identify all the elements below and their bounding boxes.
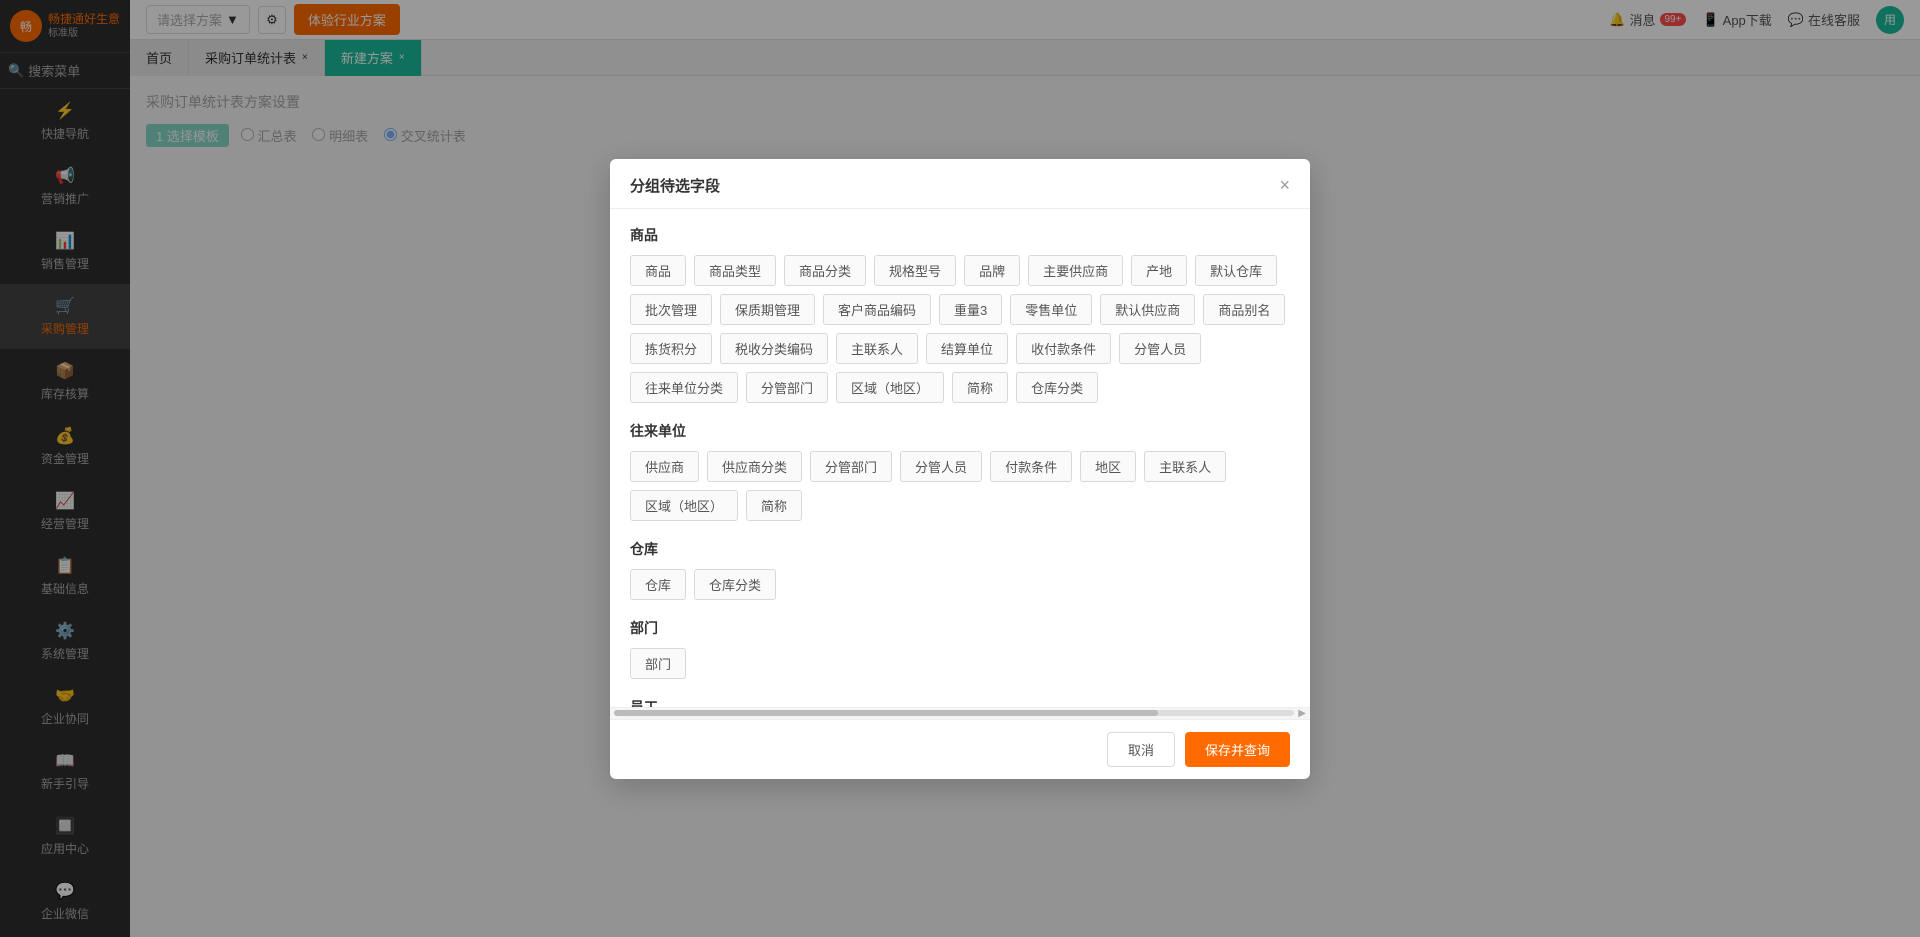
modal-title: 分组待选字段 bbox=[630, 175, 720, 196]
section-dept-title: 部门 bbox=[630, 618, 1290, 638]
field-main-contact-2[interactable]: 主联系人 bbox=[1144, 451, 1226, 482]
field-weight[interactable]: 重量3 bbox=[939, 294, 1002, 325]
field-district[interactable]: 地区 bbox=[1080, 451, 1136, 482]
section-goods-title: 商品 bbox=[630, 225, 1290, 245]
goods-fields: 商品 商品类型 商品分类 规格型号 品牌 主要供应商 产地 默认仓库 批次管理 … bbox=[630, 255, 1290, 403]
counterpart-fields: 供应商 供应商分类 分管部门 分管人员 付款条件 地区 主联系人 区域（地区） … bbox=[630, 451, 1290, 521]
field-origin[interactable]: 产地 bbox=[1131, 255, 1187, 286]
field-brand[interactable]: 品牌 bbox=[964, 255, 1020, 286]
scroll-right-arrow[interactable]: ▶ bbox=[1298, 708, 1306, 719]
field-warehouse[interactable]: 仓库 bbox=[630, 569, 686, 600]
field-supervisor[interactable]: 分管人员 bbox=[1119, 333, 1201, 364]
field-spec-model[interactable]: 规格型号 bbox=[874, 255, 956, 286]
warehouse-fields: 仓库 仓库分类 bbox=[630, 569, 1290, 600]
field-goods-type[interactable]: 商品类型 bbox=[694, 255, 776, 286]
field-pick-points[interactable]: 拣货积分 bbox=[630, 333, 712, 364]
field-main-contact[interactable]: 主联系人 bbox=[836, 333, 918, 364]
field-main-supplier[interactable]: 主要供应商 bbox=[1028, 255, 1123, 286]
section-employee: 员工 业务员 bbox=[630, 697, 1290, 707]
modal-header: 分组待选字段 × bbox=[610, 159, 1310, 209]
field-dept-mgmt[interactable]: 分管部门 bbox=[746, 372, 828, 403]
field-selection-modal: 分组待选字段 × 商品 商品 商品类型 商品分类 规格型号 品牌 主要供应商 bbox=[610, 159, 1310, 779]
field-tax-code[interactable]: 税收分类编码 bbox=[720, 333, 828, 364]
section-employee-title: 员工 bbox=[630, 697, 1290, 707]
main-content: 请选择方案 ▼ ⚙ 体验行业方案 🔔 消息 99+ 📱 App下载 bbox=[130, 0, 1920, 937]
field-counterpart-category[interactable]: 往来单位分类 bbox=[630, 372, 738, 403]
modal-overlay: 分组待选字段 × 商品 商品 商品类型 商品分类 规格型号 品牌 主要供应商 bbox=[0, 0, 1920, 937]
cancel-button[interactable]: 取消 bbox=[1107, 732, 1175, 767]
field-region-2[interactable]: 区域（地区） bbox=[630, 490, 738, 521]
section-warehouse: 仓库 仓库 仓库分类 bbox=[630, 539, 1290, 600]
field-payment-terms-2[interactable]: 付款条件 bbox=[990, 451, 1072, 482]
save-query-button[interactable]: 保存并查询 bbox=[1185, 732, 1290, 767]
field-retail-unit[interactable]: 零售单位 bbox=[1010, 294, 1092, 325]
section-counterpart: 往来单位 供应商 供应商分类 分管部门 分管人员 付款条件 地区 主联系人 区域… bbox=[630, 421, 1290, 521]
section-counterpart-title: 往来单位 bbox=[630, 421, 1290, 441]
modal-close-button[interactable]: × bbox=[1279, 175, 1290, 196]
field-customer-code[interactable]: 客户商品编码 bbox=[823, 294, 931, 325]
field-batch-mgmt[interactable]: 批次管理 bbox=[630, 294, 712, 325]
section-department: 部门 部门 bbox=[630, 618, 1290, 679]
field-default-supplier[interactable]: 默认供应商 bbox=[1100, 294, 1195, 325]
field-warehouse-category[interactable]: 仓库分类 bbox=[1016, 372, 1098, 403]
modal-body: 商品 商品 商品类型 商品分类 规格型号 品牌 主要供应商 产地 默认仓库 批次… bbox=[610, 209, 1310, 707]
modal-footer: 取消 保存并查询 bbox=[610, 719, 1310, 779]
field-short-name[interactable]: 简称 bbox=[952, 372, 1008, 403]
field-payment-terms[interactable]: 收付款条件 bbox=[1016, 333, 1111, 364]
field-settlement-unit[interactable]: 结算单位 bbox=[926, 333, 1008, 364]
field-default-warehouse[interactable]: 默认仓库 bbox=[1195, 255, 1277, 286]
field-supplier-category[interactable]: 供应商分类 bbox=[707, 451, 802, 482]
field-supervisor-2[interactable]: 分管人员 bbox=[900, 451, 982, 482]
section-warehouse-title: 仓库 bbox=[630, 539, 1290, 559]
field-goods[interactable]: 商品 bbox=[630, 255, 686, 286]
modal-horizontal-scrollbar[interactable]: ▶ bbox=[610, 707, 1310, 719]
field-supplier[interactable]: 供应商 bbox=[630, 451, 699, 482]
field-expiry-mgmt[interactable]: 保质期管理 bbox=[720, 294, 815, 325]
field-region[interactable]: 区域（地区） bbox=[836, 372, 944, 403]
section-goods: 商品 商品 商品类型 商品分类 规格型号 品牌 主要供应商 产地 默认仓库 批次… bbox=[630, 225, 1290, 403]
dept-fields: 部门 bbox=[630, 648, 1290, 679]
field-warehouse-cat[interactable]: 仓库分类 bbox=[694, 569, 776, 600]
field-goods-alias[interactable]: 商品别名 bbox=[1203, 294, 1285, 325]
field-short-name-2[interactable]: 简称 bbox=[746, 490, 802, 521]
field-dept[interactable]: 部门 bbox=[630, 648, 686, 679]
field-dept-mgmt-2[interactable]: 分管部门 bbox=[810, 451, 892, 482]
field-goods-category[interactable]: 商品分类 bbox=[784, 255, 866, 286]
